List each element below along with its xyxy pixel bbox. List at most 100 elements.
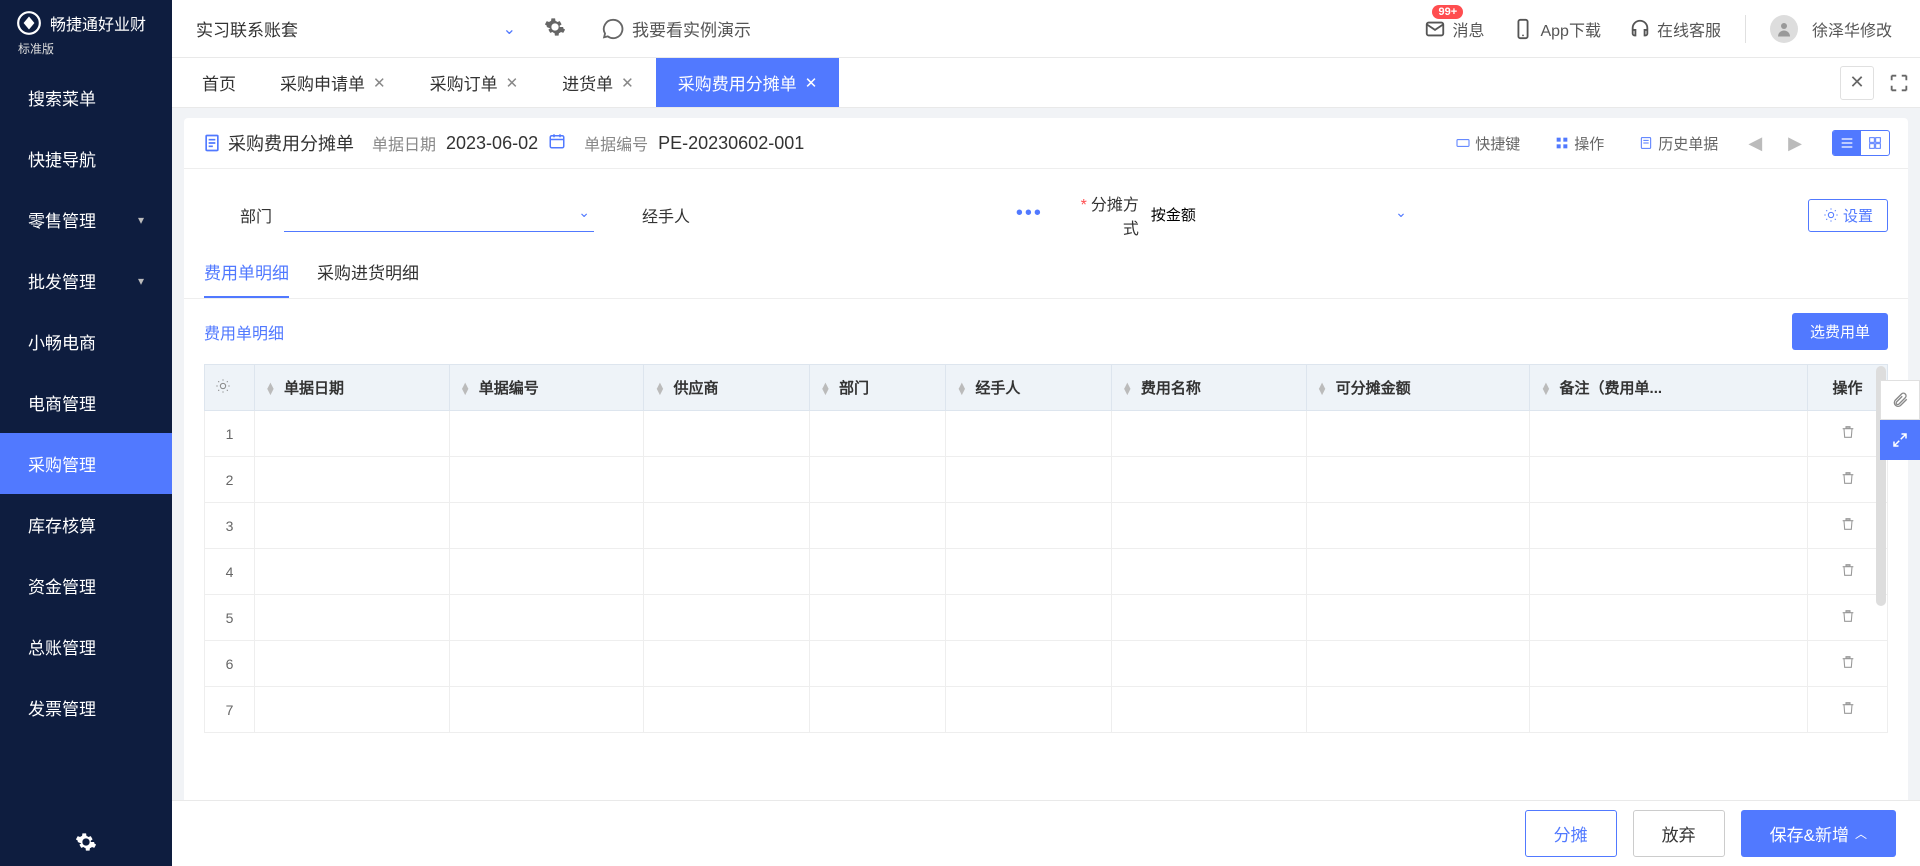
cell[interactable]: [255, 411, 450, 457]
sort-icon[interactable]: ▲▼: [956, 383, 967, 395]
date-field[interactable]: 单据日期 2023-06-02: [372, 131, 566, 155]
sidebar-item-0[interactable]: 搜索菜单: [0, 67, 172, 128]
cell[interactable]: [255, 503, 450, 549]
delete-row-button[interactable]: [1840, 427, 1856, 443]
table-row[interactable]: 4: [205, 549, 1888, 595]
cell[interactable]: [255, 549, 450, 595]
discard-button[interactable]: 放弃: [1633, 810, 1725, 857]
sort-icon[interactable]: ▲▼: [654, 383, 665, 395]
tab-0[interactable]: 首页: [180, 58, 258, 107]
settings-button[interactable]: 设置: [1808, 199, 1888, 232]
sort-icon[interactable]: ▲▼: [460, 383, 471, 395]
sidebar-item-6[interactable]: 采购管理: [0, 433, 172, 494]
sidebar-item-2[interactable]: 零售管理▾: [0, 189, 172, 250]
user-menu[interactable]: 徐泽华修改: [1770, 15, 1892, 43]
messages-button[interactable]: 99+ 消息: [1424, 17, 1484, 41]
card-view-button[interactable]: [1861, 131, 1889, 155]
cell[interactable]: [1111, 411, 1306, 457]
cell[interactable]: [644, 549, 810, 595]
sidebar-item-4[interactable]: 小畅电商: [0, 311, 172, 372]
cell[interactable]: [809, 503, 945, 549]
cell[interactable]: [1306, 457, 1530, 503]
close-icon[interactable]: ✕: [621, 74, 634, 92]
cell[interactable]: [644, 687, 810, 733]
table-row[interactable]: 2: [205, 457, 1888, 503]
cell[interactable]: [809, 595, 945, 641]
cell[interactable]: [1530, 503, 1808, 549]
tab-4[interactable]: 采购费用分摊单✕: [656, 58, 840, 107]
tab-3[interactable]: 进货单✕: [540, 58, 656, 107]
cell[interactable]: [1111, 641, 1306, 687]
cell[interactable]: [1306, 641, 1530, 687]
column-header-3[interactable]: ▲▼ 部门: [809, 365, 945, 411]
cell[interactable]: [809, 549, 945, 595]
sort-icon[interactable]: ▲▼: [1122, 383, 1133, 395]
cell[interactable]: [255, 595, 450, 641]
column-header-7[interactable]: ▲▼ 备注（费用单...: [1530, 365, 1808, 411]
cell[interactable]: [1111, 549, 1306, 595]
cell[interactable]: [1306, 503, 1530, 549]
shortcut-button[interactable]: 快捷键: [1455, 133, 1520, 154]
sidebar-item-1[interactable]: 快捷导航: [0, 128, 172, 189]
cell[interactable]: [644, 595, 810, 641]
cell[interactable]: [1530, 641, 1808, 687]
cell[interactable]: [946, 687, 1112, 733]
cell[interactable]: [1111, 457, 1306, 503]
cell[interactable]: [1530, 549, 1808, 595]
cell[interactable]: [644, 411, 810, 457]
next-record-button[interactable]: ▶: [1788, 133, 1802, 154]
delete-row-button[interactable]: [1840, 657, 1856, 673]
chevron-down-icon[interactable]: ⌄: [578, 204, 590, 221]
cell[interactable]: [946, 411, 1112, 457]
cell[interactable]: [449, 641, 644, 687]
table-row[interactable]: 1: [205, 411, 1888, 457]
column-header-6[interactable]: ▲▼ 可分摊金额: [1306, 365, 1530, 411]
sort-icon[interactable]: ▲▼: [1540, 383, 1551, 395]
close-icon[interactable]: ✕: [506, 74, 519, 92]
cell[interactable]: [255, 457, 450, 503]
cell[interactable]: [946, 457, 1112, 503]
save-new-button[interactable]: 保存&新增 ︿: [1741, 810, 1896, 857]
cell[interactable]: [1306, 549, 1530, 595]
table-row[interactable]: 3: [205, 503, 1888, 549]
cell[interactable]: [449, 595, 644, 641]
cell[interactable]: [1111, 687, 1306, 733]
cell[interactable]: [644, 457, 810, 503]
sidebar-item-10[interactable]: 发票管理: [0, 677, 172, 738]
history-button[interactable]: 历史单据: [1638, 133, 1718, 154]
sidebar-item-5[interactable]: 电商管理: [0, 372, 172, 433]
cell[interactable]: [1530, 595, 1808, 641]
delete-row-button[interactable]: [1840, 703, 1856, 719]
app-download-button[interactable]: App下载: [1512, 17, 1600, 41]
sort-icon[interactable]: ▲▼: [265, 383, 276, 395]
cell[interactable]: [255, 641, 450, 687]
cell[interactable]: [809, 641, 945, 687]
sidebar-item-8[interactable]: 资金管理: [0, 555, 172, 616]
more-icon[interactable]: •••: [1016, 202, 1043, 224]
cell[interactable]: [644, 641, 810, 687]
cell[interactable]: [809, 411, 945, 457]
close-icon[interactable]: ✕: [373, 74, 386, 92]
delete-row-button[interactable]: [1840, 473, 1856, 489]
list-view-button[interactable]: [1833, 131, 1861, 155]
cell[interactable]: [1530, 687, 1808, 733]
tab-1[interactable]: 采购申请单✕: [258, 58, 408, 107]
table-row[interactable]: 6: [205, 641, 1888, 687]
chevron-down-icon[interactable]: ⌄: [1395, 204, 1407, 221]
operate-button[interactable]: 操作: [1554, 133, 1604, 154]
cell[interactable]: [1306, 595, 1530, 641]
sort-icon[interactable]: ▲▼: [820, 383, 831, 395]
cell[interactable]: [449, 457, 644, 503]
cell[interactable]: [946, 595, 1112, 641]
cell[interactable]: [1530, 457, 1808, 503]
account-selector[interactable]: 实习联系账套 ⌄: [186, 10, 526, 47]
cell[interactable]: [809, 457, 945, 503]
cell[interactable]: [255, 687, 450, 733]
sub-tab-0[interactable]: 费用单明细: [204, 259, 289, 298]
cell[interactable]: [1306, 687, 1530, 733]
cell[interactable]: [449, 687, 644, 733]
cell[interactable]: [1111, 595, 1306, 641]
select-expense-button[interactable]: 选费用单: [1792, 313, 1888, 350]
cell[interactable]: [449, 411, 644, 457]
online-service-button[interactable]: 在线客服: [1629, 17, 1721, 41]
